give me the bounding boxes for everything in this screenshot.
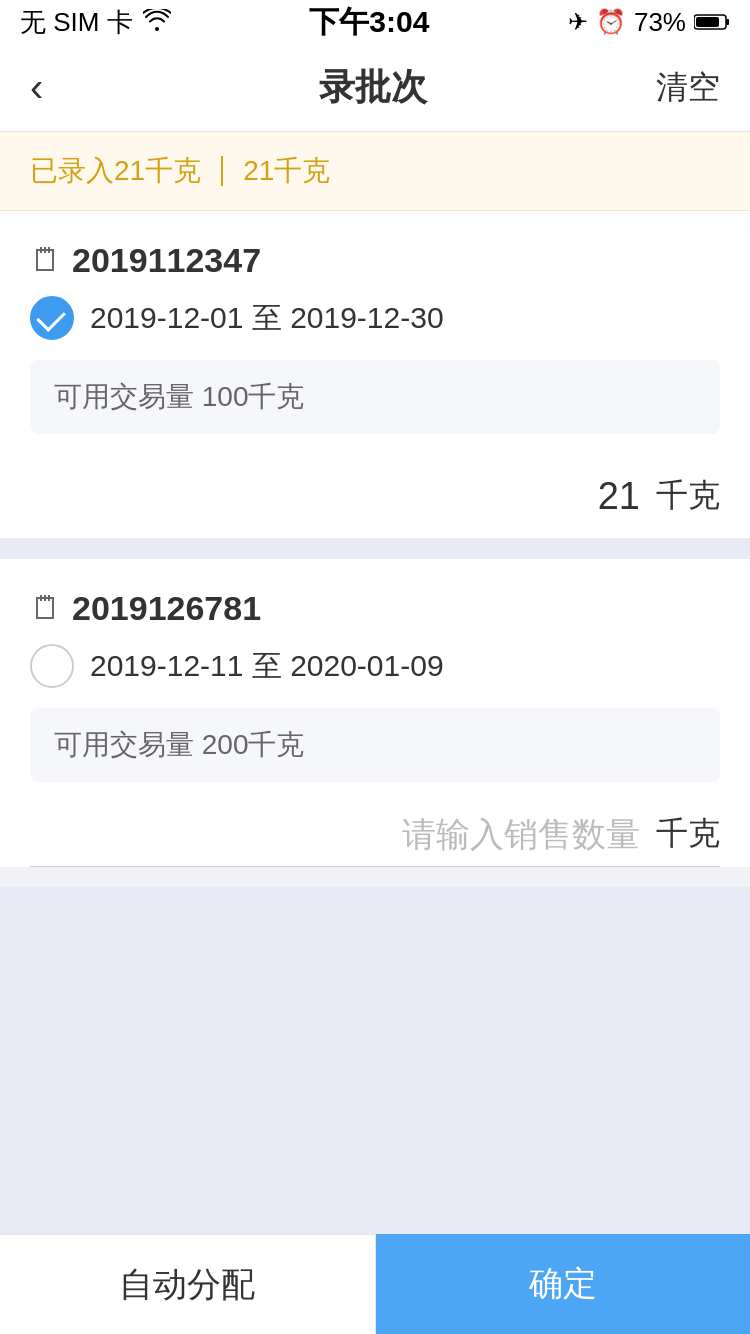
section-divider (0, 539, 750, 559)
qty-input-2[interactable] (30, 815, 640, 854)
radio-btn-1[interactable] (30, 296, 74, 340)
batch-doc-icon-2: 🗒 (30, 590, 62, 627)
qty-unit-1: 千克 (656, 474, 720, 518)
batch-date-2: 2019-12-11 至 2020-01-09 (90, 646, 444, 687)
batch-item-2: 🗒 2019126781 2019-12-11 至 2020-01-09 可用交… (0, 559, 750, 782)
batch-card-2: 🗒 2019126781 2019-12-11 至 2020-01-09 可用交… (0, 559, 750, 867)
nav-bar: ‹ 录批次 清空 (0, 44, 750, 132)
batch-doc-icon-1: 🗒 (30, 242, 62, 279)
batch-card-1: 🗒 2019112347 2019-12-01 至 2019-12-30 可用交… (0, 211, 750, 539)
qty-input-row-2: 千克 (0, 802, 750, 856)
battery-icon (694, 13, 730, 31)
recorded-value: 21千克 (243, 152, 330, 190)
info-banner: 已录入21千克 21千克 (0, 132, 750, 211)
location-icon: ✈ (568, 8, 588, 36)
recorded-label: 已录入21千克 (30, 152, 201, 190)
input-underline-2 (30, 866, 720, 867)
status-bar: 无 SIM 卡 下午3:04 ✈ ⏰ 73% (0, 0, 750, 44)
svg-rect-2 (696, 17, 719, 27)
avail-box-1: 可用交易量 100千克 (30, 360, 720, 434)
batch-date-row-1: 2019-12-01 至 2019-12-30 (30, 296, 720, 340)
status-right: ✈ ⏰ 73% (568, 7, 730, 38)
batch-id-1: 2019112347 (72, 241, 261, 280)
batch-item-1: 🗒 2019112347 2019-12-01 至 2019-12-30 可用交… (0, 211, 750, 434)
status-left: 无 SIM 卡 (20, 5, 171, 40)
wifi-icon (143, 7, 171, 38)
qty-row-1: 21 千克 (0, 454, 750, 539)
bottom-empty-area (0, 887, 750, 1287)
qty-value-1: 21 (598, 475, 640, 518)
batch-header-1: 🗒 2019112347 (30, 241, 720, 280)
banner-divider (221, 156, 223, 186)
batch-date-row-2: 2019-12-11 至 2020-01-09 (30, 644, 720, 688)
auto-distribute-button[interactable]: 自动分配 (0, 1234, 376, 1334)
batch-header-2: 🗒 2019126781 (30, 589, 720, 628)
svg-rect-1 (726, 19, 729, 25)
batch-id-2: 2019126781 (72, 589, 261, 628)
page-title: 录批次 (319, 63, 427, 112)
time-display: 下午3:04 (309, 2, 429, 43)
bottom-bar: 自动分配 确定 (0, 1234, 750, 1334)
alarm-icon: ⏰ (596, 8, 626, 36)
radio-btn-2[interactable] (30, 644, 74, 688)
batch-date-1: 2019-12-01 至 2019-12-30 (90, 298, 444, 339)
confirm-button[interactable]: 确定 (376, 1234, 751, 1334)
qty-unit-2: 千克 (656, 812, 720, 856)
back-button[interactable]: ‹ (30, 65, 90, 110)
avail-box-2: 可用交易量 200千克 (30, 708, 720, 782)
carrier-text: 无 SIM 卡 (20, 5, 133, 40)
clear-button[interactable]: 清空 (656, 66, 720, 110)
battery-text: 73% (634, 7, 686, 38)
